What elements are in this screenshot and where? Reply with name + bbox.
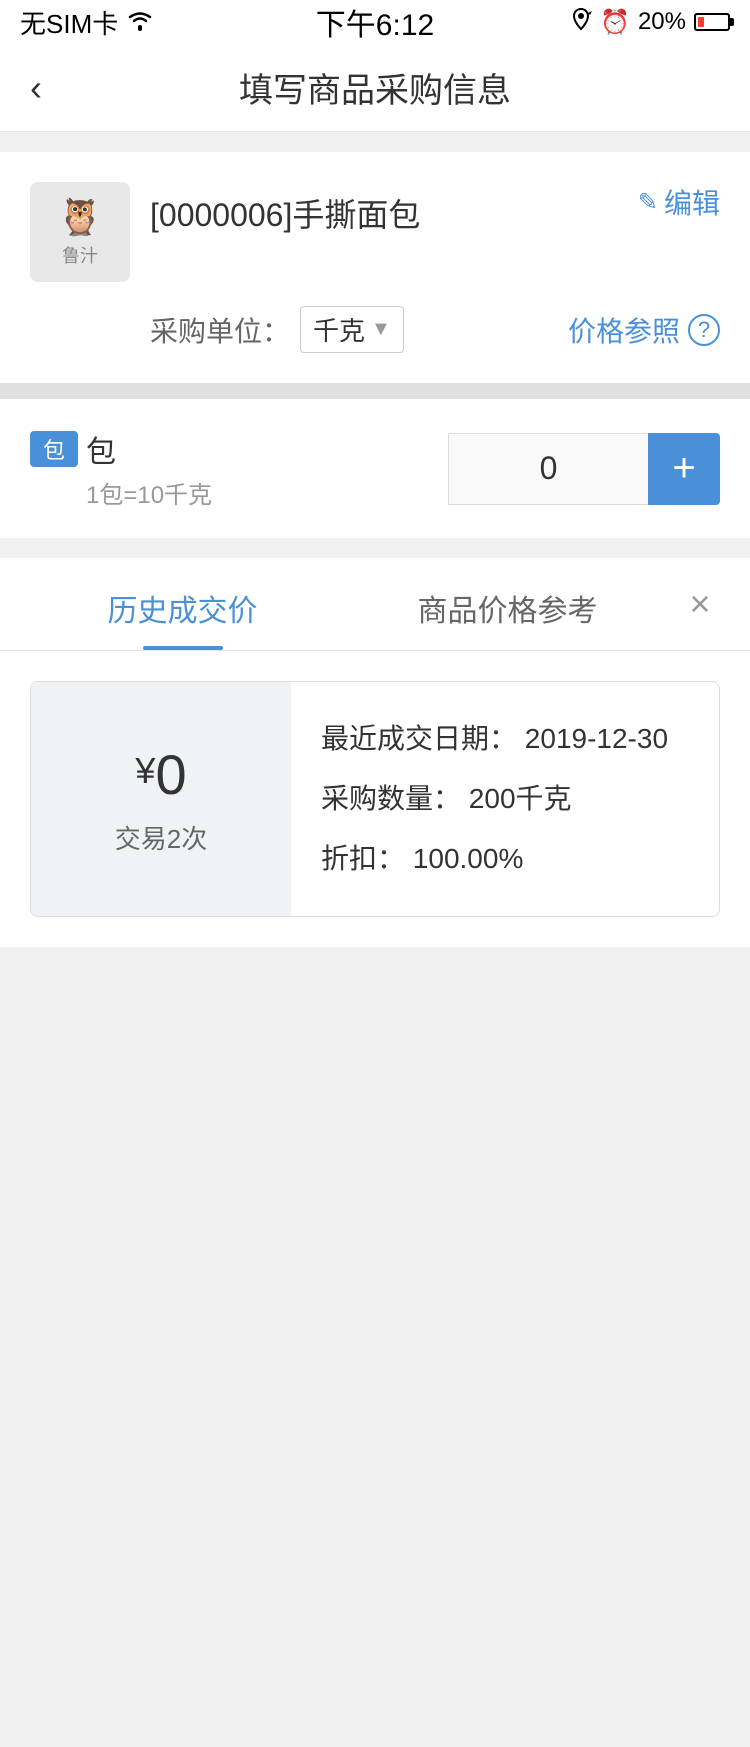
recent-date-value: 2019-12-30 (525, 723, 668, 754)
network-label: 无SIM卡 (20, 4, 118, 41)
discount-label: 折扣： (321, 843, 405, 874)
product-full-name: [0000006]手撕面包 (150, 182, 638, 236)
quantity-unit: 包 包 (30, 427, 212, 471)
bottom-panel: 历史成交价 商品价格参考 × ¥ 0 交易2次 最近成交日期： 2019-12-… (0, 558, 750, 947)
qty-value: 200千克 (469, 783, 572, 814)
product-logo-text: 鲁汁 (62, 242, 98, 268)
panel-close-button[interactable]: × (670, 574, 730, 634)
product-header: 🦉 鲁汁 [0000006]手撕面包 ✎ 编辑 (30, 182, 720, 282)
history-card: ¥ 0 交易2次 最近成交日期： 2019-12-30 采购数量： 200千克 … (30, 681, 720, 917)
history-price-section: ¥ 0 交易2次 (31, 682, 291, 916)
history-content: ¥ 0 交易2次 最近成交日期： 2019-12-30 采购数量： 200千克 … (0, 651, 750, 947)
main-background (0, 947, 750, 1747)
page-title: 填写商品采购信息 (239, 63, 511, 112)
alarm-icon: ⏰ (600, 8, 630, 37)
tab-history-price[interactable]: 历史成交价 (20, 558, 345, 650)
quantity-label: 包 包 1包=10千克 (30, 427, 212, 510)
quantity-input[interactable]: 0 (448, 433, 648, 505)
price-number: 0 (155, 742, 186, 807)
purchase-qty-row: 采购数量： 200千克 (321, 778, 689, 820)
location-icon (570, 7, 592, 38)
back-button[interactable]: ‹ (30, 67, 90, 109)
currency-symbol: ¥ (135, 750, 155, 792)
product-left: 🦉 鲁汁 [0000006]手撕面包 (30, 182, 638, 282)
nav-bar: ‹ 填写商品采购信息 (0, 44, 750, 132)
status-right: ⏰ 20% (570, 7, 730, 38)
status-left: 无SIM卡 (20, 4, 154, 41)
price-reference-button[interactable]: 价格参照 ? (568, 310, 720, 350)
help-icon: ? (688, 314, 720, 346)
price-ref-label: 价格参照 (568, 310, 680, 350)
quantity-controls: 0 + (448, 433, 720, 505)
edit-label: 编辑 (664, 182, 720, 222)
product-section: 🦉 鲁汁 [0000006]手撕面包 ✎ 编辑 采购单位： 千克 ▼ 价格参照 … (0, 152, 750, 383)
quantity-plus-button[interactable]: + (648, 433, 720, 505)
discount-value: 100.00% (413, 843, 524, 874)
quantity-row: 包 包 1包=10千克 0 + (0, 399, 750, 538)
battery-percent: 20% (638, 8, 686, 36)
recent-date-label: 最近成交日期： (321, 723, 517, 754)
quantity-conversion: 1包=10千克 (86, 475, 212, 510)
product-logo-icon: 🦉 (58, 196, 103, 238)
product-thumbnail: 🦉 鲁汁 (30, 182, 130, 282)
product-meta: 采购单位： 千克 ▼ 价格参照 ? (30, 306, 720, 353)
wifi-icon (126, 7, 154, 38)
status-bar: 无SIM卡 下午6:12 ⏰ 20% (0, 0, 750, 44)
unit-icon-badge: 包 (30, 431, 78, 467)
battery-icon (694, 13, 730, 31)
edit-icon: ✎ (638, 188, 658, 217)
section-divider (0, 383, 750, 399)
recent-date-row: 最近成交日期： 2019-12-30 (321, 718, 689, 760)
unit-label: 采购单位： 千克 ▼ (150, 306, 404, 353)
unit-value: 千克 (313, 311, 365, 348)
trade-count: 交易2次 (115, 819, 207, 856)
unit-select[interactable]: 千克 ▼ (300, 306, 404, 353)
tab-bar: 历史成交价 商品价格参考 × (0, 558, 750, 651)
qty-label: 采购数量： (321, 783, 461, 814)
time-label: 下午6:12 (316, 0, 434, 44)
discount-row: 折扣： 100.00% (321, 838, 689, 880)
edit-button[interactable]: ✎ 编辑 (638, 182, 720, 222)
dropdown-icon: ▼ (371, 318, 391, 341)
history-price-value: ¥ 0 (135, 742, 186, 807)
history-details-section: 最近成交日期： 2019-12-30 采购数量： 200千克 折扣： 100.0… (291, 682, 719, 916)
tab-product-price[interactable]: 商品价格参考 (345, 558, 670, 650)
